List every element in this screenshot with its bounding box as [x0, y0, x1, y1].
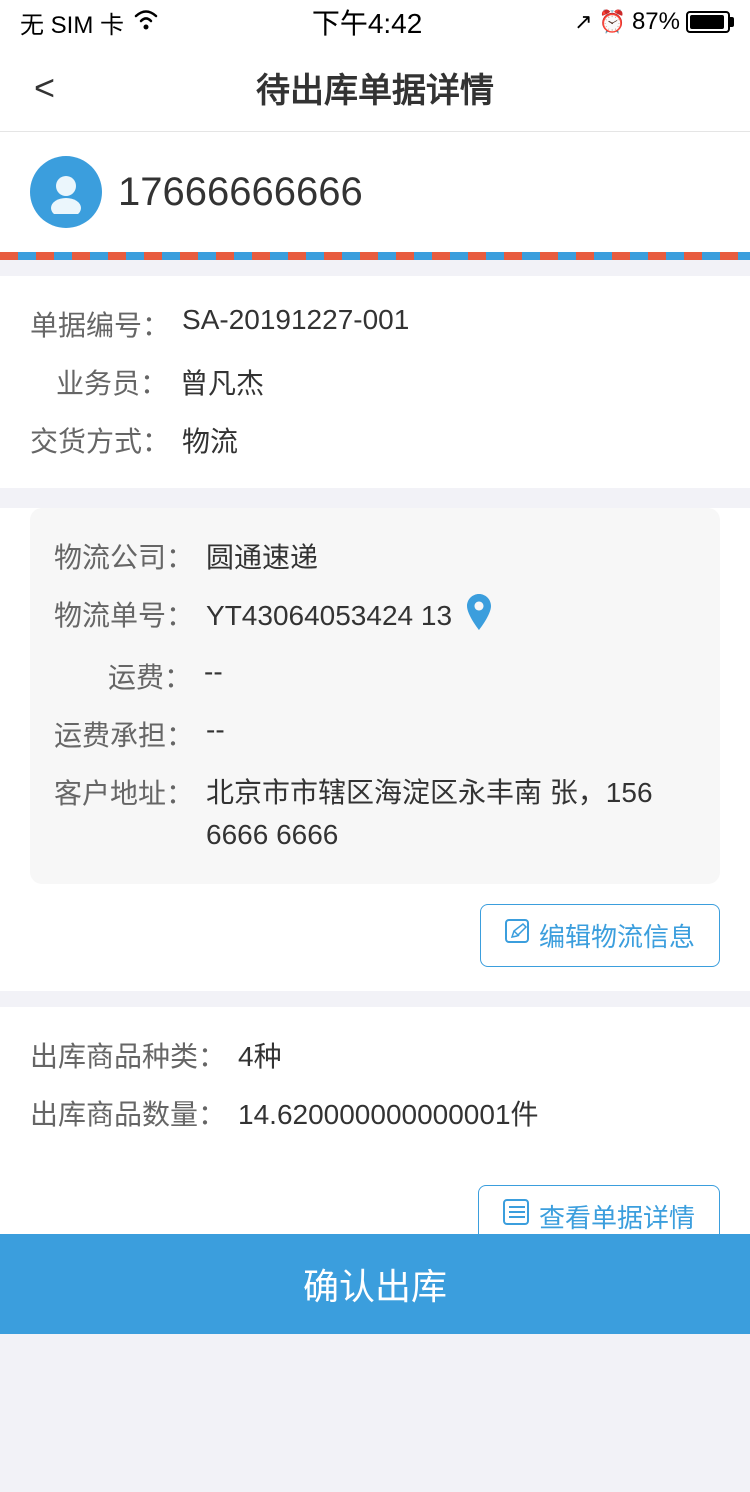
status-bar: 无 SIM 卡 下午4:42 ↗ ⏰ 87%	[0, 0, 750, 44]
battery-icon	[686, 11, 730, 33]
battery-percent: 87%	[632, 8, 680, 36]
customer-header: 17666666666	[0, 132, 750, 252]
confirm-label: 确认出库	[303, 1258, 447, 1310]
logistics-company-value: 圆通速递	[206, 536, 696, 576]
goods-types-row: 出库商品种类： 4种	[30, 1035, 720, 1075]
confirm-bar[interactable]: 确认出库	[0, 1234, 750, 1334]
goods-quantity-label: 出库商品数量：	[30, 1093, 238, 1133]
logistics-company-row: 物流公司： 圆通速递	[54, 536, 696, 576]
salesman-row: 业务员： 曾凡杰	[30, 362, 720, 402]
delivery-value: 物流	[182, 420, 720, 460]
edit-button-container: 编辑物流信息	[0, 904, 750, 991]
edit-logistics-button[interactable]: 编辑物流信息	[480, 904, 720, 967]
logistics-tracking-row: 物流单号： YT43064053424 13	[54, 594, 696, 638]
avatar	[30, 156, 102, 228]
order-no-value: SA-20191227-001	[182, 304, 720, 336]
goods-types-value: 4种	[238, 1035, 282, 1075]
goods-types-label: 出库商品种类：	[30, 1035, 238, 1075]
location-icon: ↗	[574, 9, 592, 35]
logistics-section: 物流公司： 圆通速递 物流单号： YT43064053424 13 运费： --	[0, 508, 750, 991]
customer-phone: 17666666666	[118, 170, 363, 215]
list-icon	[503, 1199, 531, 1234]
goods-quantity-value: 14.620000000000001件	[238, 1093, 539, 1133]
logistics-tracking-label: 物流单号：	[54, 594, 206, 634]
dashed-divider	[0, 252, 750, 260]
time-label: 下午4:42	[312, 2, 423, 42]
order-no-row: 单据编号： SA-20191227-001	[30, 304, 720, 344]
salesman-label: 业务员：	[30, 362, 180, 402]
freight-value: --	[204, 656, 696, 688]
edit-logistics-label: 编辑物流信息	[539, 917, 695, 954]
order-info-section: 单据编号： SA-20191227-001 业务员： 曾凡杰 交货方式： 物流	[0, 276, 750, 488]
status-right: ↗ ⏰ 87%	[574, 8, 730, 36]
edit-icon	[505, 919, 531, 952]
goods-quantity-row: 出库商品数量： 14.620000000000001件	[30, 1093, 720, 1133]
view-detail-label: 查看单据详情	[539, 1198, 695, 1235]
alarm-icon: ⏰	[599, 9, 626, 35]
back-button[interactable]: <	[24, 57, 65, 119]
logistics-card: 物流公司： 圆通速递 物流单号： YT43064053424 13 运费： --	[30, 508, 720, 884]
logistics-tracking-value: YT43064053424 13	[206, 594, 696, 638]
goods-section: 出库商品种类： 4种 出库商品数量： 14.620000000000001件	[0, 1007, 750, 1161]
freight-bear-value: --	[206, 714, 696, 746]
status-left: 无 SIM 卡	[20, 5, 160, 40]
freight-label: 运费：	[54, 656, 204, 696]
wifi-icon	[132, 8, 160, 37]
delivery-label: 交货方式：	[30, 420, 182, 460]
salesman-value: 曾凡杰	[180, 362, 720, 402]
address-value: 北京市市辖区海淀区永丰南 张，156 6666 6666	[206, 772, 696, 856]
freight-bear-label: 运费承担：	[54, 714, 206, 754]
order-no-label: 单据编号：	[30, 304, 182, 344]
freight-bear-row: 运费承担： --	[54, 714, 696, 754]
map-pin-icon[interactable]	[464, 594, 494, 638]
nav-bar: < 待出库单据详情	[0, 44, 750, 132]
delivery-row: 交货方式： 物流	[30, 420, 720, 460]
carrier-label: 无 SIM 卡	[20, 5, 124, 40]
address-row: 客户地址： 北京市市辖区海淀区永丰南 张，156 6666 6666	[54, 772, 696, 856]
address-label: 客户地址：	[54, 772, 206, 812]
freight-row: 运费： --	[54, 656, 696, 696]
section-divider	[0, 991, 750, 1007]
page-title: 待出库单据详情	[256, 63, 494, 112]
logistics-company-label: 物流公司：	[54, 536, 206, 576]
